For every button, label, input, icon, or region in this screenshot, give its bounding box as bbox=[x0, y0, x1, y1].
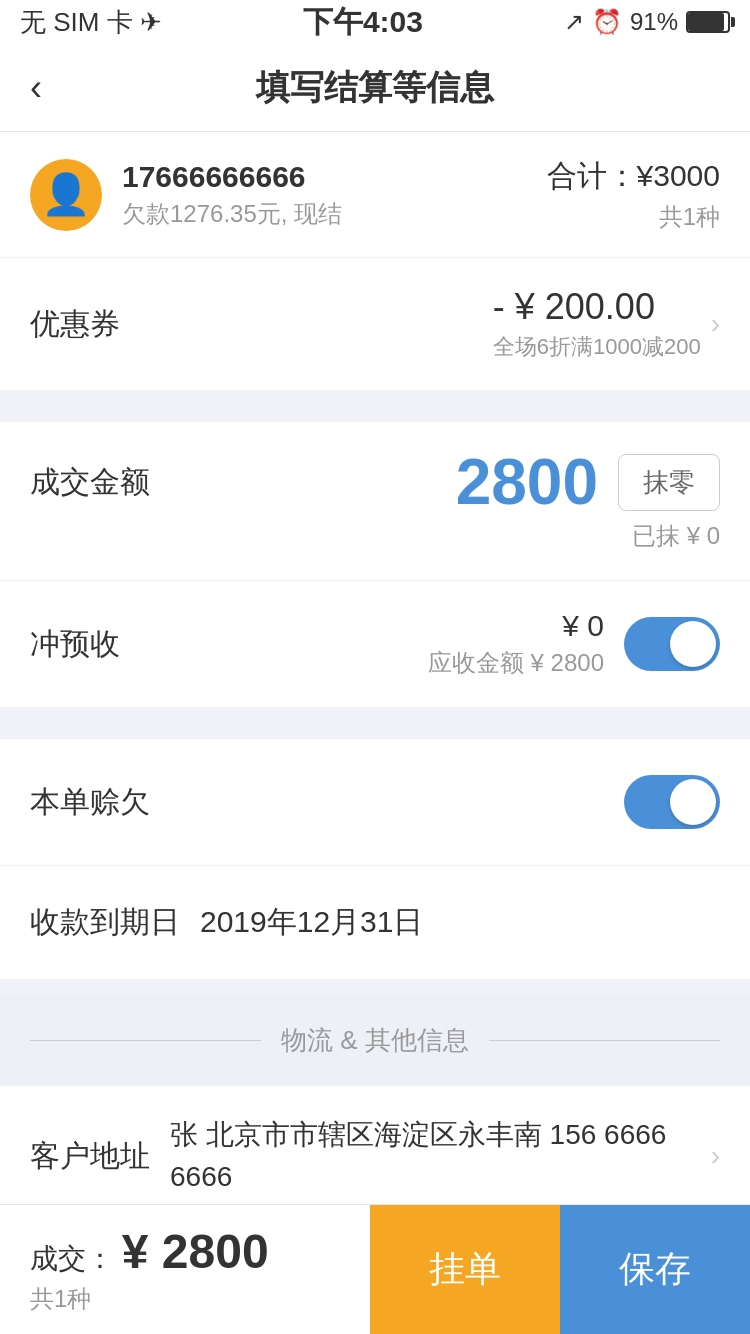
avatar: 👤 bbox=[30, 159, 102, 231]
status-right: ↗ ⏰ 91% bbox=[564, 8, 730, 36]
bad-debt-row: 本单赊欠 bbox=[0, 739, 750, 865]
customer-row: 👤 17666666666 欠款1276.35元, 现结 合计：¥3000 共1… bbox=[0, 132, 750, 257]
battery-percent: 91% bbox=[630, 8, 678, 36]
customer-right: 合计：¥3000 共1种 bbox=[547, 156, 720, 233]
customer-left: 👤 17666666666 欠款1276.35元, 现结 bbox=[30, 159, 342, 231]
nav-bar: ‹ 填写结算等信息 bbox=[0, 44, 750, 132]
customer-info: 17666666666 欠款1276.35元, 现结 bbox=[122, 160, 342, 230]
prereceive-label: 冲预收 bbox=[30, 624, 120, 665]
logistics-label: 物流 & 其他信息 bbox=[281, 1023, 469, 1058]
bottom-bar: 成交： ¥ 2800 共1种 挂单 保存 bbox=[0, 1204, 750, 1334]
bad-debt-toggle[interactable] bbox=[624, 775, 720, 829]
deal-row: 成交金额 2800 抹零 bbox=[30, 450, 720, 514]
address-label: 客户地址 bbox=[30, 1136, 150, 1177]
prereceive-row: 冲预收 ¥ 0 应收金额 ¥ 2800 bbox=[0, 580, 750, 707]
total-count: 共1种 bbox=[547, 201, 720, 233]
deal-amount-value: 2800 bbox=[456, 450, 598, 514]
coupon-row[interactable]: 优惠券 - ¥ 200.00 全场6折满1000减200 › bbox=[0, 257, 750, 390]
bottom-deal-amount: ¥ 2800 bbox=[122, 1225, 269, 1278]
customer-phone: 17666666666 bbox=[122, 160, 342, 194]
status-bar: 无 SIM 卡 ✈ 下午4:03 ↗ ⏰ 91% bbox=[0, 0, 750, 44]
bad-debt-label: 本单赊欠 bbox=[30, 782, 150, 823]
coupon-amount: - ¥ 200.00 bbox=[493, 286, 701, 328]
battery-icon bbox=[686, 11, 730, 33]
prereceive-toggle[interactable] bbox=[624, 617, 720, 671]
prereceive-right: ¥ 0 应收金额 ¥ 2800 bbox=[428, 609, 720, 679]
toggle-knob bbox=[670, 621, 716, 667]
bottom-count: 共1种 bbox=[30, 1283, 340, 1315]
logistics-line-right bbox=[489, 1040, 720, 1041]
coupon-desc: 全场6折满1000减200 bbox=[493, 332, 701, 362]
avatar-icon: 👤 bbox=[41, 171, 91, 218]
due-date-value: 2019年12月31日 bbox=[200, 902, 423, 943]
status-time: 下午4:03 bbox=[303, 2, 423, 43]
address-chevron: › bbox=[711, 1140, 720, 1172]
section-divider-1 bbox=[0, 406, 750, 422]
save-button[interactable]: 保存 bbox=[560, 1205, 750, 1335]
prereceive-info: ¥ 0 应收金额 ¥ 2800 bbox=[428, 609, 604, 679]
customer-sub: 欠款1276.35元, 现结 bbox=[122, 198, 342, 230]
coupon-right: - ¥ 200.00 全场6折满1000减200 › bbox=[493, 286, 720, 362]
round-button[interactable]: 抹零 bbox=[618, 454, 720, 511]
deal-amount-row: 成交金额 2800 抹零 已抹 ¥ 0 bbox=[0, 422, 750, 580]
deal-label: 成交金额 bbox=[30, 462, 150, 503]
section-divider-2 bbox=[0, 723, 750, 739]
page-title: 填写结算等信息 bbox=[256, 65, 494, 111]
due-date-row: 收款到期日 2019年12月31日 bbox=[0, 865, 750, 979]
logistics-divider: 物流 & 其他信息 bbox=[0, 995, 750, 1086]
bad-debt-toggle-knob bbox=[670, 779, 716, 825]
back-button[interactable]: ‹ bbox=[20, 57, 52, 119]
customer-card: 👤 17666666666 欠款1276.35元, 现结 合计：¥3000 共1… bbox=[0, 132, 750, 390]
coupon-info: - ¥ 200.00 全场6折满1000减200 bbox=[493, 286, 701, 362]
bottom-summary: 成交： ¥ 2800 共1种 bbox=[0, 1224, 370, 1315]
due-date-label: 收款到期日 bbox=[30, 902, 180, 943]
section-divider-3 bbox=[0, 979, 750, 995]
bottom-deal-label: 成交： bbox=[30, 1243, 114, 1274]
status-left: 无 SIM 卡 ✈ bbox=[20, 5, 162, 40]
alarm-icon: ⏰ bbox=[592, 8, 622, 36]
deal-right: 2800 抹零 bbox=[456, 450, 720, 514]
coupon-chevron: › bbox=[711, 308, 720, 340]
location-icon: ↗ bbox=[564, 8, 584, 36]
bottom-deal-row: 成交： ¥ 2800 bbox=[30, 1224, 340, 1279]
deal-sub: 已抹 ¥ 0 bbox=[30, 520, 720, 552]
sim-status: 无 SIM 卡 ✈ bbox=[20, 5, 162, 40]
coupon-label: 优惠券 bbox=[30, 304, 120, 345]
prereceive-sub: 应收金额 ¥ 2800 bbox=[428, 647, 604, 679]
address-value: 张 北京市市辖区海淀区永丰南 156 6666 6666 bbox=[170, 1114, 711, 1198]
hold-button[interactable]: 挂单 bbox=[370, 1205, 560, 1335]
deal-section: 成交金额 2800 抹零 已抹 ¥ 0 冲预收 ¥ 0 应收金额 ¥ 2800 bbox=[0, 422, 750, 707]
total-amount: 合计：¥3000 bbox=[547, 156, 720, 197]
logistics-line-left bbox=[30, 1040, 261, 1041]
prereceive-amount: ¥ 0 bbox=[428, 609, 604, 643]
